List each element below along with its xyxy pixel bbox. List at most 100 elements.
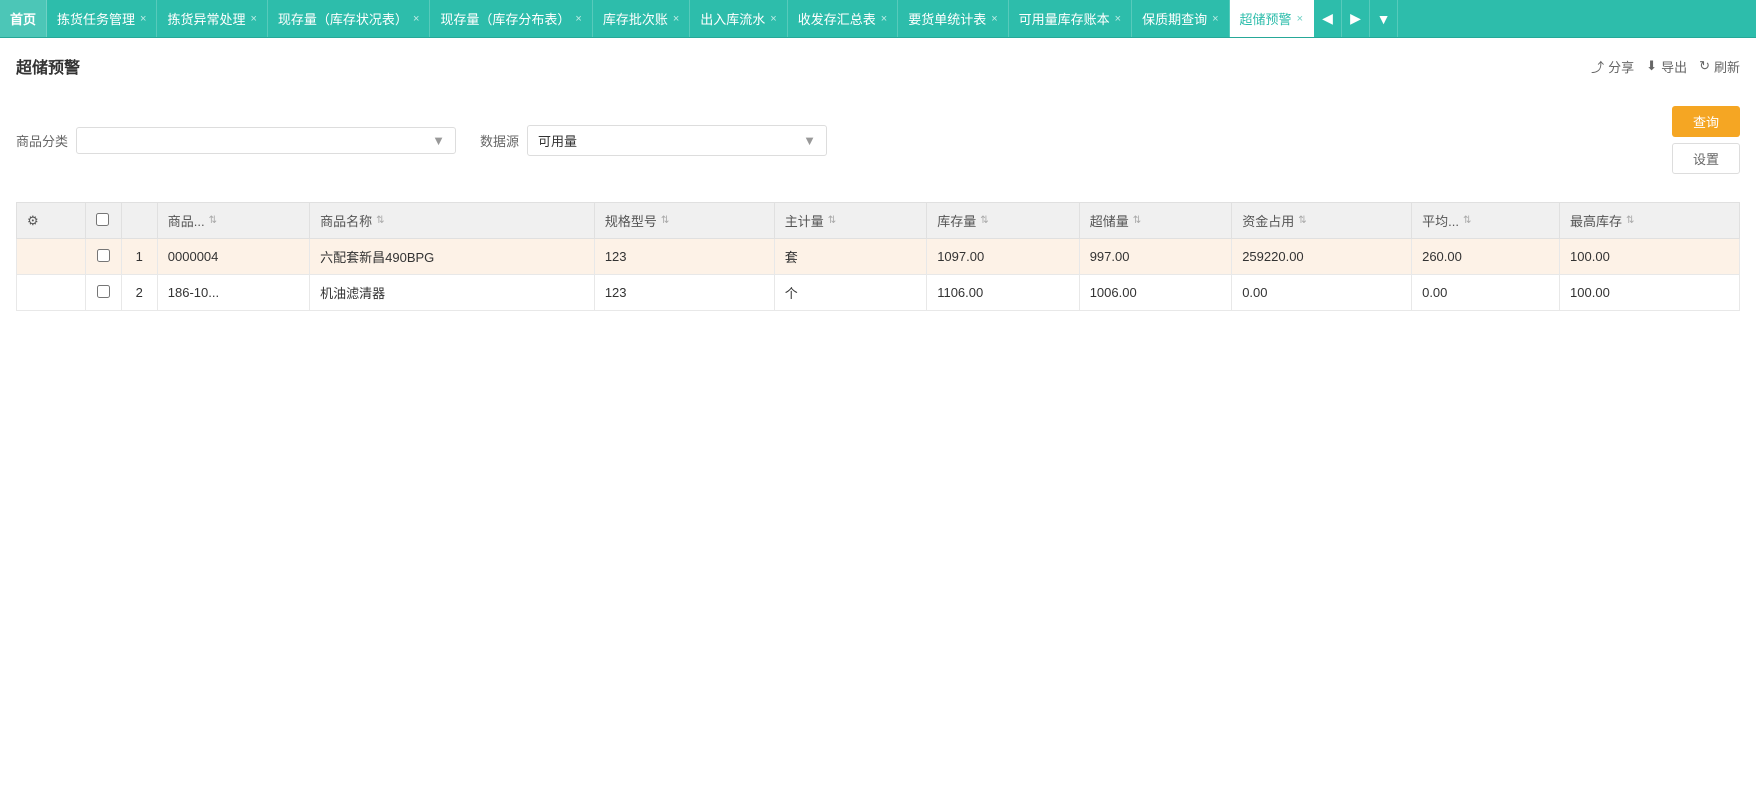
nav-tab-inventory-dist-close[interactable]: × <box>575 13 581 25</box>
sort-icon-avg: ⇅ <box>1463 215 1471 226</box>
nav-tab-available-account-label: 可用量库存账本 <box>1019 9 1110 28</box>
category-chevron-icon: ▼ <box>432 133 445 148</box>
datasource-select-value: 可用量 <box>538 131 577 150</box>
filter-bar: 商品分类 ▼ 数据源 可用量 ▼ 查询 设置 <box>16 94 1740 186</box>
row-checkbox-1[interactable] <box>97 285 110 298</box>
row-avg: 0.00 <box>1412 275 1560 311</box>
row-checkbox-cell[interactable] <box>85 239 121 275</box>
nav-tab-quality-check-label: 保质期查询 <box>1142 9 1207 28</box>
th-checkbox <box>85 203 121 239</box>
th-seq <box>121 203 157 239</box>
nav-tab-task-mgmt-close[interactable]: × <box>140 13 146 25</box>
row-seq: 1 <box>121 239 157 275</box>
nav-tab-in-out-flow[interactable]: 出入库流水 × <box>690 0 787 37</box>
row-checkbox-0[interactable] <box>97 249 110 262</box>
top-navigation: 首页 拣货任务管理 × 拣货异常处理 × 现存量（库存状况表） × 现存量（库存… <box>0 0 1756 38</box>
row-max-stock: 100.00 <box>1560 275 1740 311</box>
nav-tab-inventory-dist[interactable]: 现存量（库存分布表） × <box>430 0 592 37</box>
nav-tab-available-account[interactable]: 可用量库存账本 × <box>1009 0 1132 37</box>
nav-tab-in-out-flow-close[interactable]: × <box>770 13 776 25</box>
row-stock: 1097.00 <box>927 239 1080 275</box>
nav-tab-task-mgmt[interactable]: 拣货任务管理 × <box>47 0 157 37</box>
export-icon: ⬇ <box>1646 58 1657 74</box>
row-settings-cell <box>17 239 86 275</box>
page-container: 超储预警 ⤴ 分享 ⬇ 导出 ↻ 刷新 商品分类 ▼ <box>0 38 1756 800</box>
th-spec[interactable]: 规格型号 ⇅ <box>594 203 774 239</box>
th-capital-use-label: 资金占用 <box>1242 211 1294 230</box>
datasource-select[interactable]: 可用量 ▼ <box>527 125 827 156</box>
nav-tab-collect-summary-close[interactable]: × <box>881 13 887 25</box>
query-button[interactable]: 查询 <box>1672 106 1740 137</box>
sort-icon-overstock: ⇅ <box>1133 215 1141 226</box>
table-container: ⚙ 商品... ⇅ 商品名称 <box>16 202 1740 311</box>
nav-tab-order-stats-close[interactable]: × <box>991 13 997 25</box>
nav-tab-overstock-alert[interactable]: 超储预警 × <box>1230 0 1314 37</box>
th-capital-use[interactable]: 资金占用 ⇅ <box>1232 203 1412 239</box>
settings-button[interactable]: 设置 <box>1672 143 1740 174</box>
nav-arrow-more[interactable]: ▼ <box>1370 0 1398 37</box>
row-product-name: 六配套新昌490BPG <box>310 239 595 275</box>
refresh-label: 刷新 <box>1714 57 1740 76</box>
th-overstock[interactable]: 超储量 ⇅ <box>1079 203 1232 239</box>
th-avg-label: 平均... <box>1422 211 1459 230</box>
row-capital-use: 259220.00 <box>1232 239 1412 275</box>
nav-tab-inventory-status-close[interactable]: × <box>413 13 419 25</box>
export-action[interactable]: ⬇ 导出 <box>1646 57 1687 76</box>
nav-arrow-left[interactable]: ◀ <box>1314 0 1342 37</box>
nav-tab-abnormal-close[interactable]: × <box>250 13 256 25</box>
th-unit[interactable]: 主计量 ⇅ <box>774 203 927 239</box>
th-product-code[interactable]: 商品... ⇅ <box>157 203 309 239</box>
th-avg[interactable]: 平均... ⇅ <box>1412 203 1560 239</box>
select-all-checkbox[interactable] <box>96 213 109 226</box>
th-product-name[interactable]: 商品名称 ⇅ <box>310 203 595 239</box>
th-settings[interactable]: ⚙ <box>17 203 86 239</box>
nav-tab-inventory-status[interactable]: 现存量（库存状况表） × <box>268 0 430 37</box>
nav-tab-batch-account-close[interactable]: × <box>673 13 679 25</box>
row-settings-cell <box>17 275 86 311</box>
nav-tab-task-mgmt-label: 拣货任务管理 <box>57 9 135 28</box>
settings-gear-icon: ⚙ <box>27 213 39 228</box>
row-product-code: 186-10... <box>157 275 309 311</box>
category-select[interactable]: ▼ <box>76 127 456 154</box>
nav-tab-overstock-alert-close[interactable]: × <box>1297 13 1303 25</box>
row-unit: 套 <box>774 239 927 275</box>
nav-tab-quality-check[interactable]: 保质期查询 × <box>1132 0 1229 37</box>
sort-icon-product-name: ⇅ <box>376 215 384 226</box>
table-row: 2 186-10... 机油滤清器 123 个 1106.00 1006.00 … <box>17 275 1740 311</box>
category-filter: 商品分类 ▼ <box>16 127 456 154</box>
share-label: 分享 <box>1608 57 1634 76</box>
nav-tab-in-out-flow-label: 出入库流水 <box>700 9 765 28</box>
nav-tab-collect-summary[interactable]: 收发存汇总表 × <box>788 0 898 37</box>
refresh-action[interactable]: ↻ 刷新 <box>1699 57 1740 76</box>
share-icon: ⤴ <box>1591 57 1604 76</box>
nav-tab-quality-check-close[interactable]: × <box>1212 13 1218 25</box>
sort-icon-unit: ⇅ <box>828 215 836 226</box>
th-stock[interactable]: 库存量 ⇅ <box>927 203 1080 239</box>
datasource-filter: 数据源 可用量 ▼ <box>480 125 827 156</box>
nav-tab-available-account-close[interactable]: × <box>1115 13 1121 25</box>
th-product-code-label: 商品... <box>168 211 205 230</box>
th-max-stock-label: 最高库存 <box>1570 211 1622 230</box>
nav-tab-abnormal-label: 拣货异常处理 <box>167 9 245 28</box>
th-stock-label: 库存量 <box>937 211 976 230</box>
th-product-name-label: 商品名称 <box>320 211 372 230</box>
nav-arrow-right[interactable]: ▶ <box>1342 0 1370 37</box>
row-capital-use: 0.00 <box>1232 275 1412 311</box>
data-table: ⚙ 商品... ⇅ 商品名称 <box>16 202 1740 311</box>
th-spec-label: 规格型号 <box>605 211 657 230</box>
th-overstock-label: 超储量 <box>1090 211 1129 230</box>
nav-tab-order-stats[interactable]: 要货单统计表 × <box>898 0 1008 37</box>
th-max-stock[interactable]: 最高库存 ⇅ <box>1560 203 1740 239</box>
table-row: 1 0000004 六配套新昌490BPG 123 套 1097.00 997.… <box>17 239 1740 275</box>
nav-tab-home-label: 首页 <box>10 9 36 28</box>
nav-tab-abnormal[interactable]: 拣货异常处理 × <box>157 0 267 37</box>
nav-tab-batch-account[interactable]: 库存批次账 × <box>593 0 690 37</box>
row-product-name: 机油滤清器 <box>310 275 595 311</box>
nav-tab-home[interactable]: 首页 <box>0 0 47 37</box>
datasource-chevron-icon: ▼ <box>803 133 816 148</box>
row-avg: 260.00 <box>1412 239 1560 275</box>
row-checkbox-cell[interactable] <box>85 275 121 311</box>
share-action[interactable]: ⤴ 分享 <box>1591 57 1634 76</box>
filter-buttons: 查询 设置 <box>1672 106 1740 174</box>
table-header-row: ⚙ 商品... ⇅ 商品名称 <box>17 203 1740 239</box>
